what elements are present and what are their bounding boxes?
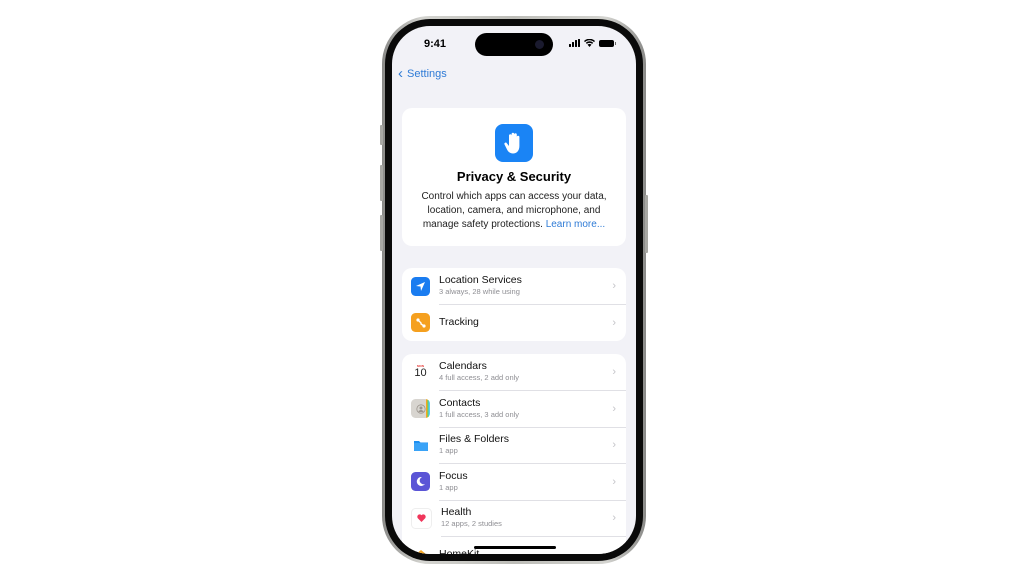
row-tracking[interactable]: Tracking › (402, 305, 626, 342)
row-title: HomeKit (439, 548, 626, 554)
tracking-icon (411, 313, 430, 333)
camera-icon (535, 40, 544, 49)
battery-icon (599, 39, 616, 47)
action-button (380, 125, 383, 145)
folder-icon (411, 436, 430, 455)
chevron-right-icon: › (612, 475, 616, 488)
row-title: Location Services (439, 274, 522, 287)
row-title: Focus (439, 469, 468, 482)
status-bar: 9:41 (392, 26, 636, 64)
app-permissions-group: MON 10 Calendars 4 full access, 2 add on… (402, 354, 626, 554)
location-arrow-icon (411, 276, 430, 296)
back-button[interactable]: ‹ Settings (398, 66, 447, 81)
row-contacts[interactable]: Contacts 1 full access, 3 add only › (402, 391, 626, 428)
row-title: Tracking (439, 316, 479, 329)
learn-more-link[interactable]: Learn more... (546, 219, 605, 230)
chevron-right-icon: › (612, 316, 616, 329)
power-button (645, 195, 648, 253)
row-location-services[interactable]: Location Services 3 always, 28 while usi… (402, 268, 626, 305)
row-subtitle: 4 full access, 2 add only (439, 373, 520, 383)
status-time: 9:41 (424, 38, 447, 50)
volume-down-button (380, 215, 383, 251)
home-icon (411, 545, 430, 554)
row-subtitle: 1 full access, 3 add only (439, 409, 520, 419)
calendar-icon: MON 10 (411, 362, 430, 382)
heart-icon (411, 507, 432, 529)
row-title: Files & Folders (439, 433, 510, 446)
chevron-left-icon: ‹ (398, 65, 403, 82)
contacts-icon (411, 399, 430, 419)
chevron-right-icon: › (612, 439, 616, 452)
dynamic-island (475, 33, 553, 56)
location-tracking-group: Location Services 3 always, 28 while usi… (402, 268, 626, 341)
status-icons (569, 39, 616, 47)
row-subtitle: 3 always, 28 while using (439, 287, 520, 297)
screen: 9:41 ‹ Settings Privacy & Security Contr… (392, 26, 636, 554)
hand-raised-icon (495, 124, 533, 162)
privacy-header-card: Privacy & Security Control which apps ca… (402, 108, 626, 246)
chevron-right-icon: › (612, 512, 616, 525)
chevron-right-icon: › (612, 280, 616, 293)
row-files-folders[interactable]: Files & Folders 1 app › (402, 427, 626, 464)
cellular-signal-icon (569, 39, 580, 47)
calendar-day: 10 (414, 367, 427, 380)
row-focus[interactable]: Focus 1 app › (402, 464, 626, 501)
back-label: Settings (407, 67, 447, 80)
home-indicator[interactable] (474, 546, 556, 549)
page-description: Control which apps can access your data,… (412, 190, 616, 232)
page-title: Privacy & Security (456, 169, 572, 184)
volume-up-button (380, 165, 383, 201)
moon-icon (411, 472, 430, 492)
row-subtitle: 1 app (439, 446, 458, 456)
wifi-icon (584, 39, 595, 47)
chevron-right-icon: › (612, 402, 616, 415)
row-health[interactable]: Health 12 apps, 2 studies › (402, 500, 626, 537)
row-subtitle: 12 apps, 2 studies (441, 519, 502, 529)
row-subtitle: 1 app (439, 482, 458, 492)
row-title: Health (441, 506, 472, 519)
row-title: Calendars (439, 360, 487, 373)
row-title: Contacts (439, 396, 481, 409)
row-calendars[interactable]: MON 10 Calendars 4 full access, 2 add on… (402, 354, 626, 391)
chevron-right-icon: › (612, 366, 616, 379)
